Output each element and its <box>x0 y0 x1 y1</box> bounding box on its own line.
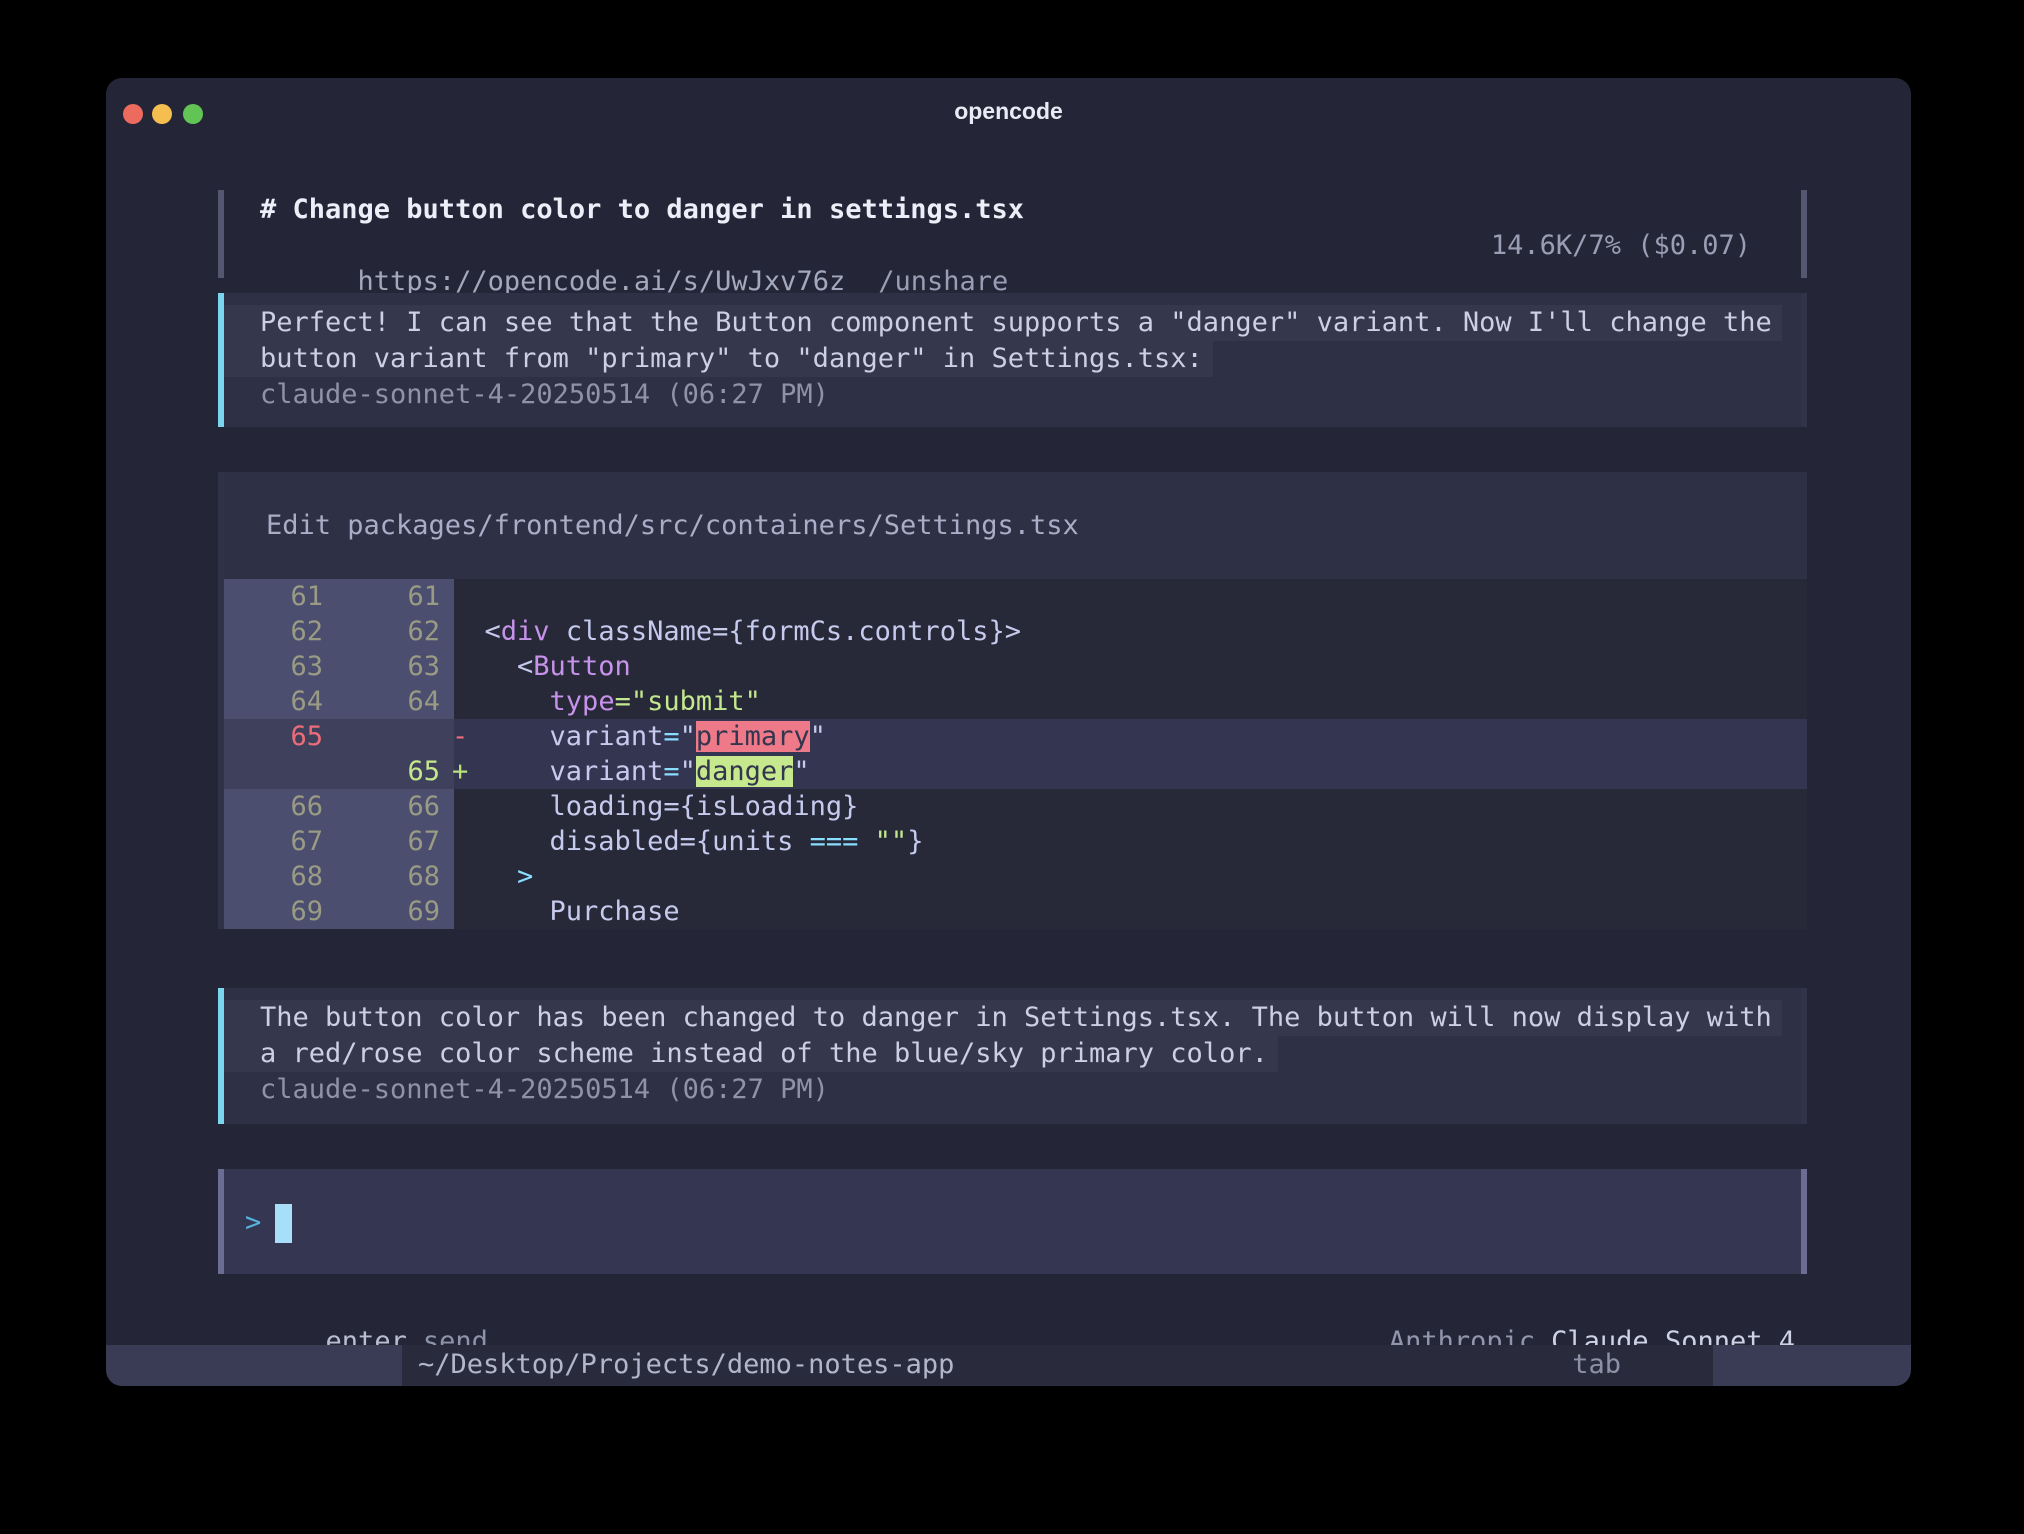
new-line-number: 64 <box>331 684 454 719</box>
input-left-rule <box>218 1169 224 1274</box>
input-right-rule <box>1801 1169 1807 1274</box>
code-line: Purchase <box>452 894 680 929</box>
text-cursor <box>275 1204 292 1243</box>
new-line-number: 69 <box>331 894 454 929</box>
diff-gutter: 6969 <box>224 894 454 929</box>
diff-view: 61616262 <div className={formCs.controls… <box>224 579 1807 929</box>
session-header: # Change button color to danger in setti… <box>106 190 1911 278</box>
mode-segment: BUILDMODE <box>1713 1345 1911 1386</box>
app-name-bold: code <box>327 1385 392 1386</box>
header-right-rule <box>1801 190 1807 278</box>
prompt-symbol: > <box>245 1205 261 1241</box>
diff-row: 6161 <box>224 579 1807 614</box>
old-line-number: 68 <box>224 859 331 894</box>
message-meta: claude-sonnet-4-20250514 (06:27 PM) <box>260 377 829 413</box>
new-line-number: 61 <box>331 579 454 614</box>
code-line: <div className={formCs.controls}> <box>452 614 1021 649</box>
opencode-window: opencode # Change button color to danger… <box>106 78 1911 1386</box>
diff-gutter: 6464 <box>224 684 454 719</box>
old-line-number: 67 <box>224 824 331 859</box>
diff-row: 6363 <Button <box>224 649 1807 684</box>
old-line-number: 62 <box>224 614 331 649</box>
old-line-number: 65 <box>224 719 331 754</box>
old-line-number: 64 <box>224 684 331 719</box>
new-line-number: 65 <box>331 754 454 789</box>
message-meta: claude-sonnet-4-20250514 (06:27 PM) <box>260 1072 829 1108</box>
assistant-message: The button color has been changed to dan… <box>218 988 1807 1124</box>
edit-tool-block: Edit packages/frontend/src/containers/Se… <box>218 472 1807 929</box>
new-line-number <box>331 719 454 754</box>
message-line: Perfect! I can see that the Button compo… <box>224 305 1782 341</box>
mode-name: BUILD <box>1862 1385 1911 1386</box>
code-line: type="submit" <box>452 684 761 719</box>
message-line: button variant from "primary" to "danger… <box>224 341 1213 377</box>
diff-row: 6767 disabled={units === ""} <box>224 824 1807 859</box>
diff-gutter: 6262 <box>224 614 454 649</box>
code-line: loading={isLoading} <box>452 789 858 824</box>
diff-row: 6666 loading={isLoading} <box>224 789 1807 824</box>
diff-row: 6969 Purchase <box>224 894 1807 929</box>
session-title: # Change button color to danger in setti… <box>260 192 1024 228</box>
diff-gutter: 6666 <box>224 789 454 824</box>
new-line-number: 68 <box>331 859 454 894</box>
header-left-rule <box>218 190 224 278</box>
app-name-normal: open <box>262 1385 327 1386</box>
diff-gutter: 6868 <box>224 859 454 894</box>
code-line: > <box>452 859 533 894</box>
edit-header: Edit packages/frontend/src/containers/Se… <box>224 472 1807 579</box>
window-title: opencode <box>106 98 1911 125</box>
old-line-number: 63 <box>224 649 331 684</box>
old-line-number: 66 <box>224 789 331 824</box>
diff-gutter: 65 <box>224 719 454 754</box>
code-line: <Button <box>452 649 631 684</box>
chat-input[interactable]: > <box>218 1169 1807 1274</box>
new-line-number: 63 <box>331 649 454 684</box>
diff-row: 6464 type="submit" <box>224 684 1807 719</box>
context-usage-stats: 14.6K/7% ($0.07) <box>1491 228 1751 264</box>
old-line-number: 61 <box>224 579 331 614</box>
app-version-segment: opencodev0.3.11 <box>106 1345 402 1386</box>
diff-gutter: 6767 <box>224 824 454 859</box>
edit-file-path: Edit packages/frontend/src/containers/Se… <box>266 508 1079 544</box>
diff-gutter: 65 <box>224 754 454 789</box>
diff-row: 6262 <div className={formCs.controls}> <box>224 614 1807 649</box>
hint-row: entersend AnthropicClaude Sonnet 4 <box>106 1288 1911 1324</box>
diff-row: 6868 > <box>224 859 1807 894</box>
old-line-number: 69 <box>224 894 331 929</box>
diff-row: 65 - variant="primary" <box>224 719 1807 754</box>
app-version: v0.3.11 <box>408 1385 522 1386</box>
code-line: - variant="primary" <box>452 719 826 754</box>
new-line-number: 66 <box>331 789 454 824</box>
assistant-message: Perfect! I can see that the Button compo… <box>218 293 1807 427</box>
tab-key-hint: tab <box>1572 1347 1621 1383</box>
diff-row: 65+ variant="danger" <box>224 754 1807 789</box>
code-line: disabled={units === ""} <box>452 824 923 859</box>
message-line: a red/rose color scheme instead of the b… <box>224 1036 1278 1072</box>
new-line-number: 67 <box>331 824 454 859</box>
diff-gutter: 6363 <box>224 649 454 684</box>
status-bar: opencodev0.3.11 ~/Desktop/Projects/demo-… <box>106 1345 1911 1386</box>
code-line: + variant="danger" <box>452 754 810 789</box>
message-line: The button color has been changed to dan… <box>224 1000 1782 1036</box>
old-line-number <box>224 754 331 789</box>
working-directory: ~/Desktop/Projects/demo-notes-app <box>418 1347 954 1383</box>
message-right-rule <box>1801 988 1807 1124</box>
new-line-number: 62 <box>331 614 454 649</box>
diff-gutter: 6161 <box>224 579 454 614</box>
message-right-rule <box>1801 293 1807 427</box>
